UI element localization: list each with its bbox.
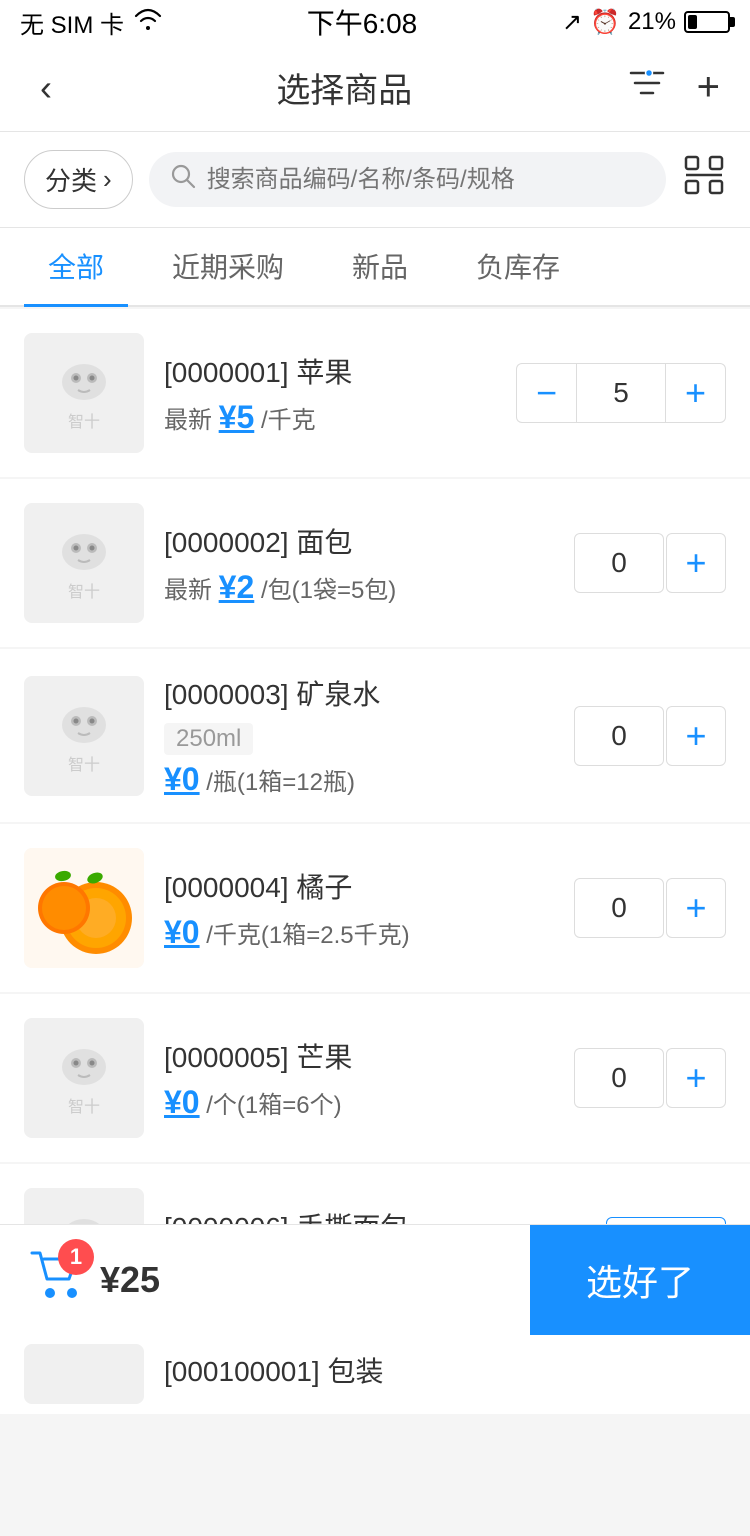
nav-actions: + <box>627 65 720 110</box>
bottom-bar: 1 ¥25 选好了 <box>0 1224 750 1334</box>
cart-total: ¥25 <box>100 1259 160 1301</box>
tab-recent[interactable]: 近期采购 <box>148 228 308 307</box>
list-item: 智十 [0000005] 芒果 ¥0 /个(1箱=6个) + <box>0 994 750 1162</box>
alarm-icon: ⏰ <box>590 8 620 37</box>
quantity-decrease-button[interactable]: − <box>516 363 576 423</box>
product-image-partial <box>24 1344 144 1404</box>
quantity-increase-button[interactable]: + <box>666 533 726 593</box>
quantity-input[interactable] <box>576 363 666 423</box>
product-info-0000004: [0000004] 橘子 ¥0 /千克(1箱=2.5千克) <box>164 866 554 951</box>
product-qty-0000001: − + <box>516 363 726 423</box>
quantity-input[interactable] <box>574 706 664 766</box>
product-image-0000005: 智十 <box>24 1018 144 1138</box>
status-right: ↗ ⏰ 21% <box>562 8 730 37</box>
quantity-input[interactable] <box>574 878 664 938</box>
price-unit: /个(1箱=6个) <box>206 1092 341 1119</box>
category-button[interactable]: 分类 › <box>24 150 133 209</box>
placeholder-text: 智十 <box>68 578 100 602</box>
cart-icon-wrap[interactable]: 1 <box>30 1249 84 1311</box>
product-price: 最新 ¥2 /包(1袋=5包) <box>164 569 554 606</box>
product-name: [0000003] 矿泉水 <box>164 673 554 713</box>
quantity-input[interactable] <box>574 533 664 593</box>
nav-bar: ‹ 选择商品 + <box>0 44 750 132</box>
price-value: ¥2 <box>219 569 255 605</box>
product-price: ¥0 /个(1箱=6个) <box>164 1084 554 1121</box>
cart-section: 1 ¥25 <box>0 1249 530 1311</box>
product-info-0000005: [0000005] 芒果 ¥0 /个(1箱=6个) <box>164 1036 554 1121</box>
price-value: ¥0 <box>164 914 200 950</box>
product-image-0000001: 智十 <box>24 333 144 453</box>
product-name: [0000004] 橘子 <box>164 866 554 906</box>
quantity-increase-button[interactable]: + <box>666 878 726 938</box>
back-button[interactable]: ‹ <box>30 57 62 119</box>
scan-icon[interactable] <box>682 153 726 206</box>
list-item: [000100001] 包装 <box>0 1334 750 1414</box>
battery-percent: 21% <box>628 8 676 36</box>
price-unit: /千克 <box>261 407 316 434</box>
placeholder-text: 智十 <box>68 751 100 775</box>
wifi-icon <box>134 8 162 37</box>
product-spec: 250ml <box>164 723 253 755</box>
product-image-0000003: 智十 <box>24 676 144 796</box>
list-item: 智十 [0000003] 矿泉水 250ml ¥0 /瓶(1箱=12瓶) + <box>0 649 750 822</box>
product-info-0000001: [0000001] 苹果 最新 ¥5 /千克 <box>164 351 496 436</box>
product-image-0000004 <box>24 848 144 968</box>
list-item: 智十 [0000002] 面包 最新 ¥2 /包(1袋=5包) + <box>0 479 750 647</box>
quantity-increase-button[interactable]: + <box>666 363 726 423</box>
search-input[interactable] <box>207 166 646 194</box>
tab-negative[interactable]: 负库存 <box>452 228 584 307</box>
product-list: 智十 [0000001] 苹果 最新 ¥5 /千克 − + <box>0 309 750 1536</box>
price-unit: /千克(1箱=2.5千克) <box>206 922 409 949</box>
price-label: 最新 <box>164 577 219 604</box>
product-name: [0000002] 面包 <box>164 521 554 561</box>
location-icon: ↗ <box>562 8 582 37</box>
filter-bar: 分类 › <box>0 132 750 228</box>
search-icon <box>169 162 197 197</box>
product-qty-0000004: + <box>574 878 726 938</box>
tab-bar: 全部 近期采购 新品 负库存 <box>0 228 750 307</box>
add-icon[interactable]: + <box>697 65 720 110</box>
price-unit: /瓶(1箱=12瓶) <box>206 769 355 796</box>
product-name: [0000005] 芒果 <box>164 1036 554 1076</box>
status-bar: 无 SIM 卡 下午6:08 ↗ ⏰ 21% <box>0 0 750 44</box>
battery-icon <box>684 11 730 33</box>
carrier-label: 无 SIM 卡 <box>20 5 124 40</box>
status-time: 下午6:08 <box>307 2 418 42</box>
product-qty-0000003: + <box>574 706 726 766</box>
confirm-button[interactable]: 选好了 <box>530 1225 750 1335</box>
product-price: 最新 ¥5 /千克 <box>164 399 496 436</box>
price-value: ¥5 <box>219 399 255 435</box>
category-chevron-icon: › <box>103 164 112 195</box>
product-info-0000002: [0000002] 面包 最新 ¥2 /包(1袋=5包) <box>164 521 554 606</box>
product-qty-0000002: + <box>574 533 726 593</box>
price-label: 最新 <box>164 407 219 434</box>
placeholder-text: 智十 <box>68 1093 100 1117</box>
product-info-partial: [000100001] 包装 <box>164 1350 726 1398</box>
product-price: ¥0 /千克(1箱=2.5千克) <box>164 914 554 951</box>
price-value: ¥0 <box>164 1084 200 1120</box>
list-item: [0000004] 橘子 ¥0 /千克(1箱=2.5千克) + <box>0 824 750 992</box>
price-value: ¥0 <box>164 761 200 797</box>
status-left: 无 SIM 卡 <box>20 5 162 40</box>
product-qty-0000005: + <box>574 1048 726 1108</box>
category-label: 分类 <box>45 161 97 198</box>
product-image-0000002: 智十 <box>24 503 144 623</box>
list-item: 智十 [0000001] 苹果 最新 ¥5 /千克 − + <box>0 309 750 477</box>
search-box <box>149 152 666 207</box>
tab-new[interactable]: 新品 <box>328 228 432 307</box>
page-title: 选择商品 <box>276 63 412 112</box>
product-name: [000100001] 包装 <box>164 1350 726 1390</box>
product-price: ¥0 /瓶(1箱=12瓶) <box>164 761 554 798</box>
quantity-increase-button[interactable]: + <box>666 1048 726 1108</box>
product-info-0000003: [0000003] 矿泉水 250ml ¥0 /瓶(1箱=12瓶) <box>164 673 554 798</box>
quantity-input[interactable] <box>574 1048 664 1108</box>
product-name: [0000001] 苹果 <box>164 351 496 391</box>
tab-all[interactable]: 全部 <box>24 228 128 307</box>
filter-icon[interactable] <box>627 65 667 110</box>
price-unit: /包(1袋=5包) <box>261 577 396 604</box>
quantity-increase-button[interactable]: + <box>666 706 726 766</box>
cart-badge: 1 <box>58 1239 94 1275</box>
placeholder-text: 智十 <box>68 408 100 432</box>
